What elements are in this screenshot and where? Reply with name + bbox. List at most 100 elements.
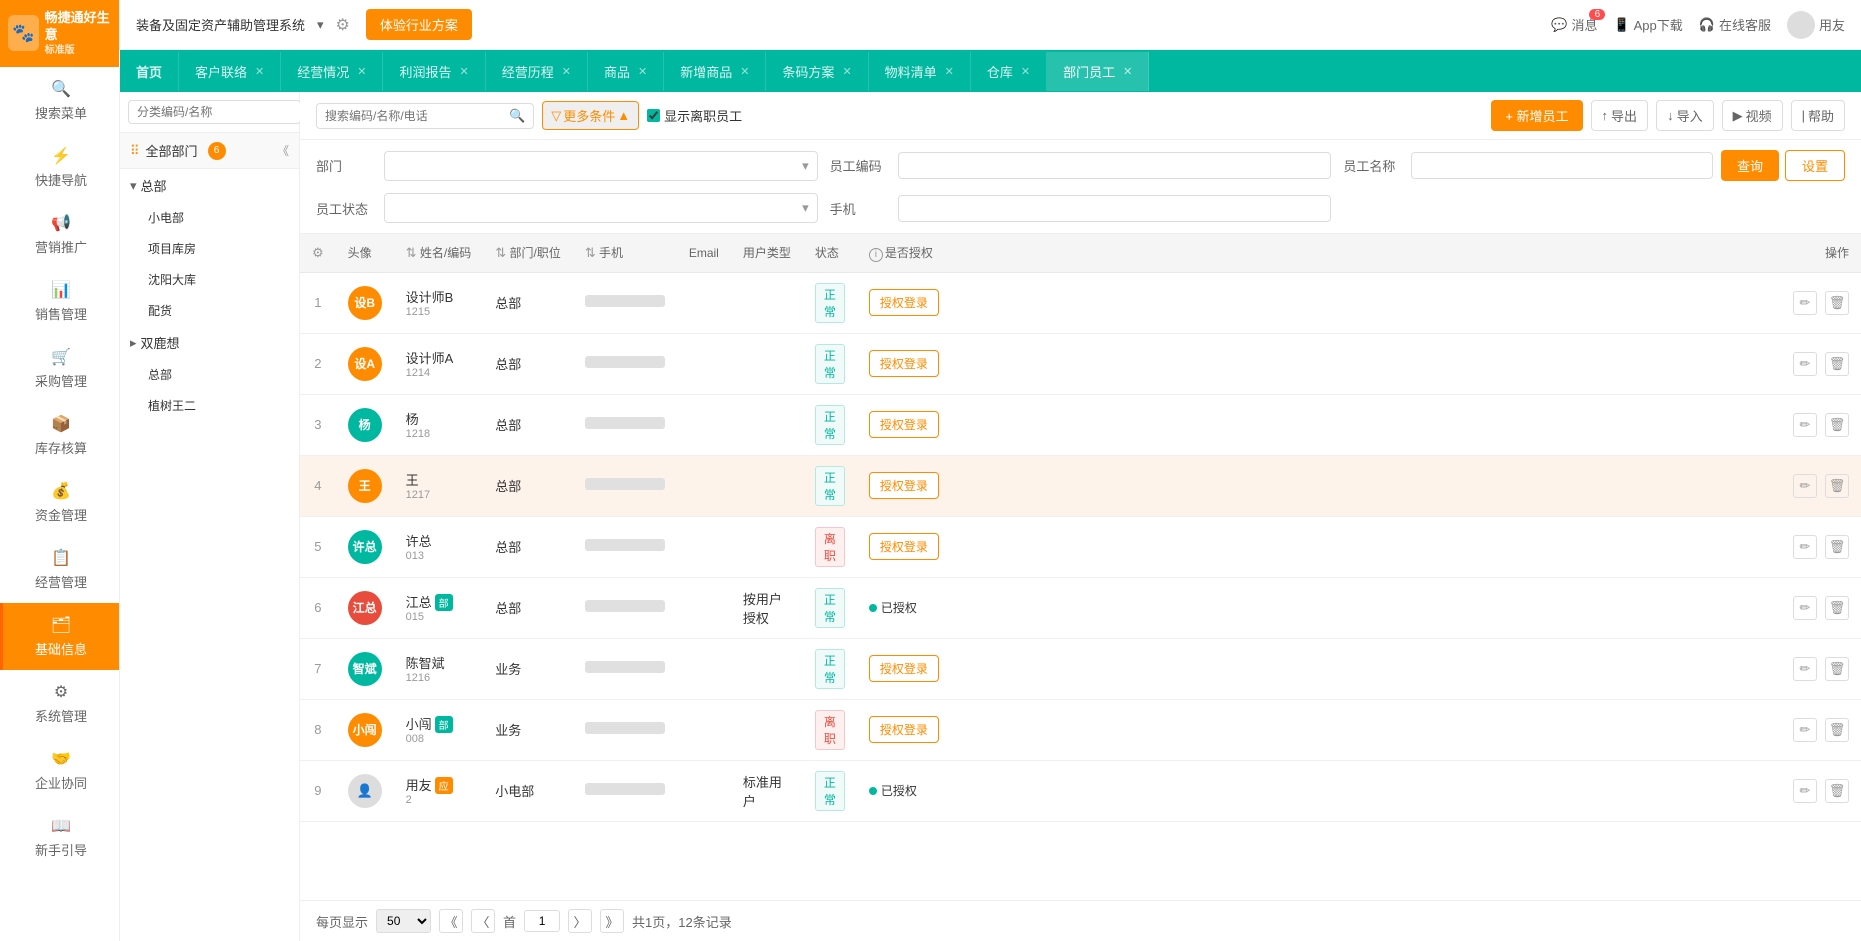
tab-barcode[interactable]: 条码方案✕ [766,52,868,91]
edit-button[interactable]: ✏ [1793,352,1817,376]
tab-operation-close[interactable]: ✕ [357,65,366,78]
edit-button[interactable]: ✏ [1793,413,1817,437]
delete-button[interactable]: 🗑 [1825,352,1849,376]
system-title-dropdown[interactable]: ▾ [317,17,324,33]
empname-filter-input[interactable] [1411,152,1713,179]
col-settings[interactable]: ⚙ [300,234,336,272]
tab-product[interactable]: 商品✕ [588,52,664,91]
dept-filter-select[interactable]: ▾ [384,151,818,181]
import-button[interactable]: ↓ 导入 [1656,100,1714,131]
sidebar-item-quicknav[interactable]: ⚡ 快捷导航 [0,134,119,201]
search-icon[interactable]: 🔍 [509,108,525,124]
auth-login-button[interactable]: 授权登录 [869,350,939,377]
tab-customer-close[interactable]: ✕ [255,65,264,78]
auth-login-button[interactable]: 授权登录 [869,716,939,743]
tree-item-shuanglu[interactable]: ▸ 双鹿想 [120,326,299,359]
tab-barcode-close[interactable]: ✕ [842,65,851,78]
edit-button[interactable]: ✏ [1793,291,1817,315]
tab-department-close[interactable]: ✕ [1123,65,1132,78]
auth-login-button[interactable]: 授权登录 [869,289,939,316]
tab-new-product[interactable]: 新增商品✕ [664,52,766,91]
empstatus-filter-select[interactable]: ▾ [384,193,818,223]
delete-button[interactable]: 🗑 [1825,474,1849,498]
tree-item-zongbu[interactable]: ▾ 总部 [120,169,299,202]
sidebar-item-inventory[interactable]: 📦 库存核算 [0,402,119,469]
dept-search-input[interactable] [128,100,301,124]
tab-department[interactable]: 部门员工✕ [1047,52,1149,91]
set-button[interactable]: 设置 [1785,150,1845,181]
tree-item-shenyangdaku[interactable]: 沈阳大库 [120,264,299,295]
sidebar-item-guide[interactable]: 📖 新手引导 [0,804,119,871]
message-button[interactable]: 💬 消息 6 [1551,15,1597,34]
auth-login-button[interactable]: 授权登录 [869,411,939,438]
search-input[interactable] [325,109,505,123]
tab-customer[interactable]: 客户联络✕ [179,52,281,91]
tab-experience-close[interactable]: ✕ [562,65,571,78]
online-service-button[interactable]: 🎧 在线客服 [1699,15,1771,34]
user-profile-button[interactable]: 用友 [1787,11,1845,39]
tab-operation-status[interactable]: 经营情况✕ [281,52,383,91]
sidebar-item-purchase[interactable]: 🛒 采购管理 [0,335,119,402]
empcode-filter-input[interactable] [898,152,1332,179]
tree-item-zhishuwanger[interactable]: 植树王二 [120,390,299,421]
tab-experience[interactable]: 经营历程✕ [486,52,588,91]
tab-home[interactable]: 首页 [120,52,179,91]
delete-button[interactable]: 🗑 [1825,718,1849,742]
delete-button[interactable]: 🗑 [1825,596,1849,620]
auth-info-icon[interactable]: i [869,248,883,262]
edit-button[interactable]: ✏ [1793,474,1817,498]
auth-login-button[interactable]: 授权登录 [869,533,939,560]
phone-filter-input[interactable] [898,195,1332,222]
collapse-panel-button[interactable]: 《 [277,142,289,159]
help-button[interactable]: | 帮助 [1791,100,1845,131]
edit-button[interactable]: ✏ [1793,657,1817,681]
view-button[interactable]: ▶ 视频 [1722,100,1783,131]
show-resigned-label[interactable]: 显示离职员工 [647,106,742,125]
delete-button[interactable]: 🗑 [1825,291,1849,315]
settings-icon[interactable]: ⚙ [312,245,324,260]
app-download-button[interactable]: 📱 App下载 [1613,15,1682,34]
delete-button[interactable]: 🗑 [1825,535,1849,559]
sidebar-item-search[interactable]: 🔍 搜索菜单 [0,67,119,134]
export-button[interactable]: ↑ 导出 [1591,100,1649,131]
show-resigned-checkbox[interactable] [647,109,660,122]
add-employee-button[interactable]: + 新增员工 [1491,100,1582,131]
first-page-button[interactable]: 《 [439,909,463,933]
tab-bom[interactable]: 物料清单✕ [869,52,971,91]
last-page-button[interactable]: 》 [600,909,624,933]
sidebar-item-collab[interactable]: 🤝 企业协同 [0,737,119,804]
trial-button[interactable]: 体验行业方案 [366,9,472,40]
delete-button[interactable]: 🗑 [1825,657,1849,681]
edit-button[interactable]: ✏ [1793,596,1817,620]
tab-profit-close[interactable]: ✕ [460,65,469,78]
delete-button[interactable]: 🗑 [1825,413,1849,437]
delete-button[interactable]: 🗑 [1825,779,1849,803]
edit-button[interactable]: ✏ [1793,718,1817,742]
sidebar-item-operation[interactable]: 📋 经营管理 [0,536,119,603]
sidebar-item-system[interactable]: ⚙ 系统管理 [0,670,119,737]
next-page-button[interactable]: 〉 [568,909,592,933]
settings-gear-icon[interactable]: ⚙ [336,15,350,35]
auth-login-button[interactable]: 授权登录 [869,655,939,682]
sidebar-item-basic[interactable]: 🗂 基础信息 [0,603,119,670]
tree-item-zongbu2[interactable]: 总部 [120,359,299,390]
more-filters-button[interactable]: ▽ 更多条件 ▲ [542,101,639,130]
auth-login-button[interactable]: 授权登录 [869,472,939,499]
tab-warehouse-close[interactable]: ✕ [1021,65,1030,78]
page-size-select[interactable]: 50 100 200 [376,909,431,933]
tab-warehouse[interactable]: 仓库✕ [971,52,1047,91]
edit-button[interactable]: ✏ [1793,779,1817,803]
tree-item-xiaodibu[interactable]: 小电部 [120,202,299,233]
tree-item-peihuo[interactable]: 配货 [120,295,299,326]
tab-profit[interactable]: 利润报告✕ [383,52,485,91]
tab-new-product-close[interactable]: ✕ [740,65,749,78]
tab-product-close[interactable]: ✕ [638,65,647,78]
sidebar-item-finance[interactable]: 💰 资金管理 [0,469,119,536]
edit-button[interactable]: ✏ [1793,535,1817,559]
sidebar-item-marketing[interactable]: 📢 营销推广 [0,201,119,268]
sidebar-item-sales[interactable]: 📊 销售管理 [0,268,119,335]
query-button[interactable]: 查询 [1721,150,1779,181]
tree-item-xiangmukufang[interactable]: 项目库房 [120,233,299,264]
prev-page-button[interactable]: 〈 [471,909,495,933]
page-number-input[interactable] [524,910,560,932]
